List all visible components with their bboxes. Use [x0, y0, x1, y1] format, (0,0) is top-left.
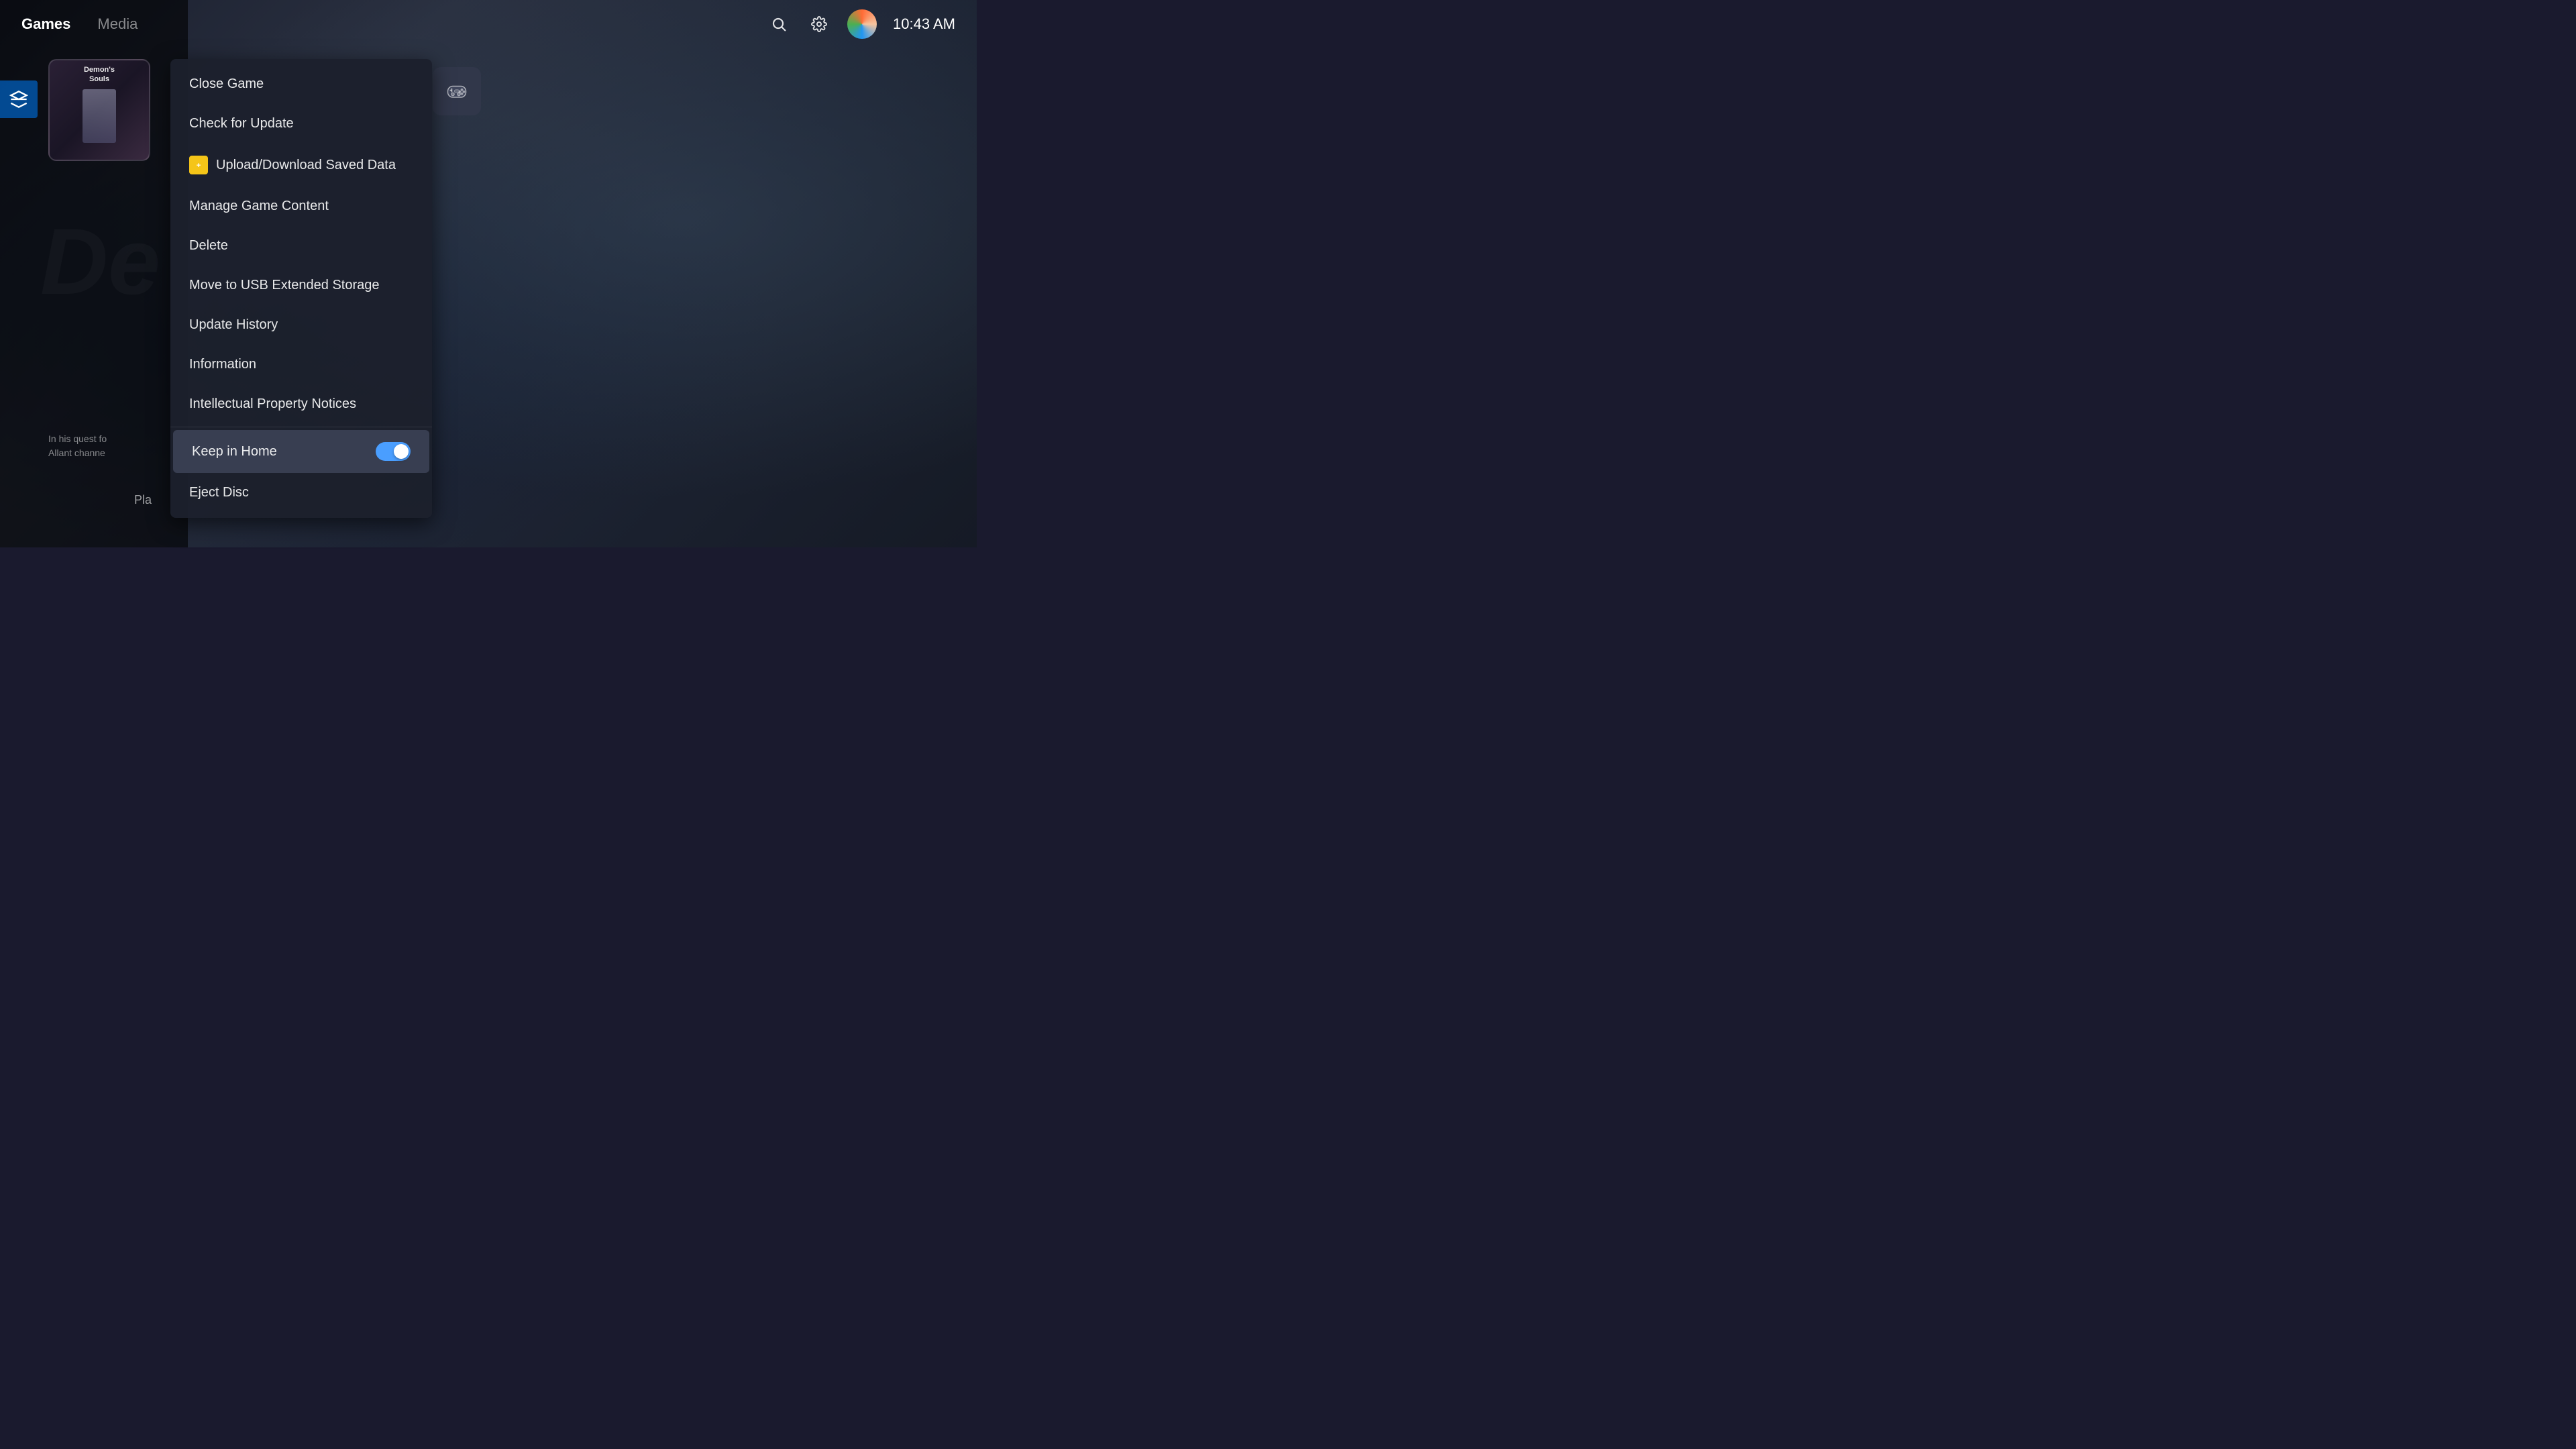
clock-display: 10:43 AM: [893, 15, 955, 33]
description-line1: In his quest fo: [48, 432, 107, 446]
close-game-label: Close Game: [189, 76, 264, 92]
ps-plus-icon: +: [189, 156, 208, 174]
menu-item-update-history[interactable]: Update History: [170, 305, 432, 345]
menu-item-ip-notices[interactable]: Intellectual Property Notices: [170, 384, 432, 424]
upload-download-label: Upload/Download Saved Data: [216, 158, 396, 173]
game-logo-partial: De: [40, 215, 160, 309]
menu-item-close-game[interactable]: Close Game: [170, 64, 432, 104]
menu-item-keep-home[interactable]: Keep in Home: [173, 430, 429, 473]
keep-home-toggle-container: Keep in Home: [192, 442, 411, 461]
topbar-nav: Games Media: [21, 15, 767, 33]
update-history-label: Update History: [189, 317, 278, 333]
search-icon[interactable]: [767, 12, 791, 36]
menu-item-eject-disc[interactable]: Eject Disc: [170, 473, 432, 513]
svg-text:+: +: [197, 162, 201, 170]
ip-notices-label: Intellectual Property Notices: [189, 396, 356, 412]
play-area: Pla: [134, 493, 152, 507]
keep-home-toggle[interactable]: [376, 442, 411, 461]
game-thumbnail[interactable]: Demon's Souls: [48, 59, 150, 161]
menu-item-check-update[interactable]: Check for Update: [170, 104, 432, 144]
play-label: Pla: [134, 493, 152, 506]
game-thumb-title: Demon's Souls: [50, 66, 149, 84]
menu-item-information[interactable]: Information: [170, 345, 432, 384]
menu-item-manage-content[interactable]: Manage Game Content: [170, 186, 432, 226]
menu-item-delete[interactable]: Delete: [170, 226, 432, 266]
menu-item-upload-download[interactable]: + Upload/Download Saved Data: [170, 144, 432, 186]
game-info: In his quest fo Allant channe: [48, 432, 107, 460]
keep-home-label: Keep in Home: [192, 444, 277, 460]
context-menu: Close Game Check for Update + Upload/Dow…: [170, 59, 432, 518]
game-description: In his quest fo Allant channe: [48, 432, 107, 460]
information-label: Information: [189, 357, 256, 372]
delete-label: Delete: [189, 238, 228, 254]
ps-logo-icon[interactable]: [847, 9, 877, 39]
topbar-right: 10:43 AM: [767, 9, 955, 39]
manage-content-label: Manage Game Content: [189, 199, 329, 214]
controller-icon-button[interactable]: [433, 67, 481, 115]
eject-disc-label: Eject Disc: [189, 485, 249, 500]
check-update-label: Check for Update: [189, 116, 294, 131]
sidebar-bookmark-icon[interactable]: [0, 80, 38, 118]
menu-item-move-usb[interactable]: Move to USB Extended Storage: [170, 266, 432, 305]
topbar: Games Media 10:43 AM: [0, 0, 977, 48]
move-usb-label: Move to USB Extended Storage: [189, 278, 380, 293]
nav-games[interactable]: Games: [21, 15, 70, 33]
description-line2: Allant channe: [48, 446, 107, 460]
settings-icon[interactable]: [807, 12, 831, 36]
nav-media[interactable]: Media: [97, 15, 138, 33]
